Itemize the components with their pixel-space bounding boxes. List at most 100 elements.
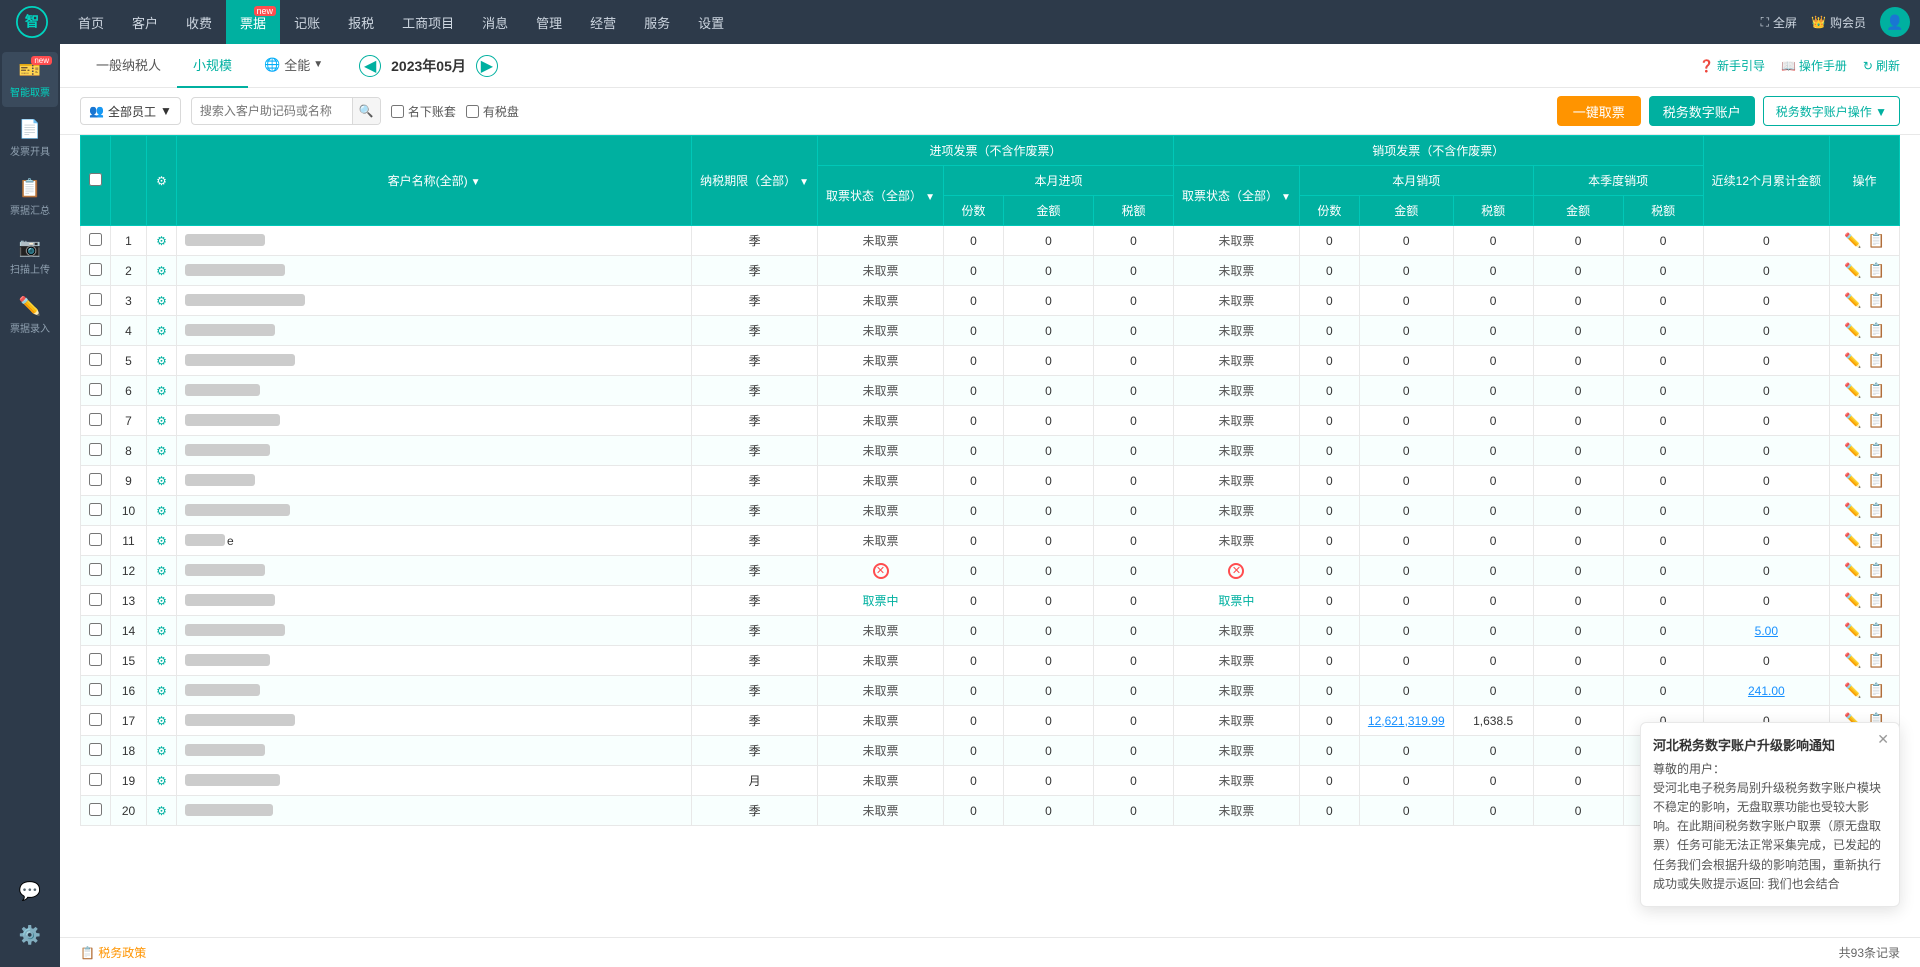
td-gear[interactable]: ⚙ [147, 766, 177, 796]
tax-policy-link[interactable]: 📋 税务政策 [80, 944, 146, 961]
td-checkbox[interactable] [81, 676, 111, 706]
copy-icon[interactable]: 📋 [1868, 652, 1885, 669]
nav-operation[interactable]: 经营 [576, 0, 630, 44]
td-gear[interactable]: ⚙ [147, 466, 177, 496]
td-gear[interactable]: ⚙ [147, 676, 177, 706]
td-gear[interactable]: ⚙ [147, 436, 177, 466]
nav-invoice[interactable]: 票据 new [226, 0, 280, 44]
prev-month-button[interactable]: ◀ [359, 55, 381, 77]
row-checkbox[interactable] [89, 773, 102, 786]
td-gear[interactable]: ⚙ [147, 256, 177, 286]
td-checkbox[interactable] [81, 466, 111, 496]
td-checkbox[interactable] [81, 736, 111, 766]
copy-icon[interactable]: 📋 [1868, 292, 1885, 309]
td-gear[interactable]: ⚙ [147, 586, 177, 616]
search-input[interactable] [192, 104, 352, 118]
sub-account-checkbox-label[interactable]: 名下账套 [391, 103, 456, 120]
tax-disk-checkbox-label[interactable]: 有税盘 [466, 103, 519, 120]
th-in-fetch-status[interactable]: 取票状态（全部）▼ [818, 166, 944, 226]
manual-button[interactable]: 📖 操作手册 [1781, 57, 1847, 74]
row-checkbox[interactable] [89, 263, 102, 276]
td-checkbox[interactable] [81, 496, 111, 526]
copy-icon[interactable]: 📋 [1868, 232, 1885, 249]
row-checkbox[interactable] [89, 803, 102, 816]
sub-account-checkbox[interactable] [391, 105, 404, 118]
copy-icon[interactable]: 📋 [1868, 532, 1885, 549]
nav-home[interactable]: 首页 [64, 0, 118, 44]
copy-icon[interactable]: 📋 [1868, 262, 1885, 279]
sidebar-item-invoice-entry[interactable]: ✏️ 票据录入 [2, 288, 58, 343]
sidebar-settings-button[interactable]: ⚙️ [10, 915, 50, 955]
nav-service[interactable]: 服务 [630, 0, 684, 44]
app-logo[interactable]: 智 [10, 0, 54, 44]
nav-message[interactable]: 消息 [468, 0, 522, 44]
edit-icon[interactable]: ✏️ [1844, 352, 1861, 369]
row-checkbox[interactable] [89, 383, 102, 396]
td-gear[interactable]: ⚙ [147, 646, 177, 676]
td-gear[interactable]: ⚙ [147, 706, 177, 736]
th-client-name[interactable]: 客户名称(全部)▼ [177, 136, 692, 226]
edit-icon[interactable]: ✏️ [1844, 412, 1861, 429]
tab-all-capable[interactable]: 🌐 全能 ▼ [248, 44, 339, 88]
employee-select[interactable]: 👥 全部员工 ▼ [80, 97, 181, 125]
row-checkbox[interactable] [89, 233, 102, 246]
td-gear[interactable]: ⚙ [147, 406, 177, 436]
td-gear[interactable]: ⚙ [147, 526, 177, 556]
copy-icon[interactable]: 📋 [1868, 562, 1885, 579]
tax-operations-button[interactable]: 税务数字账户操作 ▼ [1763, 96, 1900, 126]
td-gear[interactable]: ⚙ [147, 316, 177, 346]
copy-icon[interactable]: 📋 [1868, 472, 1885, 489]
new-guide-button[interactable]: ❓ 新手引导 [1699, 57, 1765, 74]
sidebar-item-invoice-open[interactable]: 📄 发票开具 [2, 111, 58, 166]
td-gear[interactable]: ⚙ [147, 736, 177, 766]
copy-icon[interactable]: 📋 [1868, 622, 1885, 639]
tax-digital-account-button[interactable]: 税务数字账户 [1649, 96, 1755, 126]
avatar[interactable]: 👤 [1880, 7, 1910, 37]
row-checkbox[interactable] [89, 353, 102, 366]
td-checkbox[interactable] [81, 226, 111, 256]
td-checkbox[interactable] [81, 286, 111, 316]
tab-small-scale[interactable]: 小规模 [177, 44, 248, 88]
fullscreen-button[interactable]: ⛶ 全屏 [1761, 14, 1797, 31]
td-gear[interactable]: ⚙ [147, 496, 177, 526]
row-checkbox[interactable] [89, 413, 102, 426]
tab-general-taxpayer[interactable]: 一般纳税人 [80, 44, 177, 88]
th-cumul-amount[interactable]: 近续12个月累计金额 [1703, 136, 1829, 226]
row-checkbox[interactable] [89, 593, 102, 606]
row-checkbox[interactable] [89, 653, 102, 666]
edit-icon[interactable]: ✏️ [1844, 592, 1861, 609]
row-checkbox[interactable] [89, 503, 102, 516]
sidebar-item-scan-upload[interactable]: 📷 扫描上传 [2, 229, 58, 284]
nav-settings[interactable]: 设置 [684, 0, 738, 44]
td-gear[interactable]: ⚙ [147, 556, 177, 586]
td-gear[interactable]: ⚙ [147, 286, 177, 316]
next-month-button[interactable]: ▶ [476, 55, 498, 77]
sidebar-item-smart-fetch[interactable]: 🎫 智能取票 new [2, 52, 58, 107]
edit-icon[interactable]: ✏️ [1844, 622, 1861, 639]
vip-button[interactable]: 👑 购会员 [1811, 14, 1866, 31]
td-checkbox[interactable] [81, 586, 111, 616]
edit-icon[interactable]: ✏️ [1844, 682, 1861, 699]
one-click-fetch-button[interactable]: 一键取票 [1557, 96, 1641, 126]
edit-icon[interactable]: ✏️ [1844, 322, 1861, 339]
td-checkbox[interactable] [81, 376, 111, 406]
row-checkbox[interactable] [89, 443, 102, 456]
copy-icon[interactable]: 📋 [1868, 592, 1885, 609]
td-gear[interactable]: ⚙ [147, 226, 177, 256]
row-checkbox[interactable] [89, 623, 102, 636]
edit-icon[interactable]: ✏️ [1844, 472, 1861, 489]
nav-manage[interactable]: 管理 [522, 0, 576, 44]
td-checkbox[interactable] [81, 706, 111, 736]
notification-close-button[interactable]: ✕ [1877, 731, 1889, 748]
row-checkbox[interactable] [89, 293, 102, 306]
cumul-value-link[interactable]: 241.00 [1748, 684, 1785, 698]
row-checkbox[interactable] [89, 743, 102, 756]
td-gear[interactable]: ⚙ [147, 346, 177, 376]
edit-icon[interactable]: ✏️ [1844, 382, 1861, 399]
td-checkbox[interactable] [81, 436, 111, 466]
edit-icon[interactable]: ✏️ [1844, 262, 1861, 279]
td-checkbox[interactable] [81, 796, 111, 826]
row-checkbox[interactable] [89, 323, 102, 336]
search-button[interactable]: 🔍 [352, 97, 380, 125]
row-checkbox[interactable] [89, 473, 102, 486]
